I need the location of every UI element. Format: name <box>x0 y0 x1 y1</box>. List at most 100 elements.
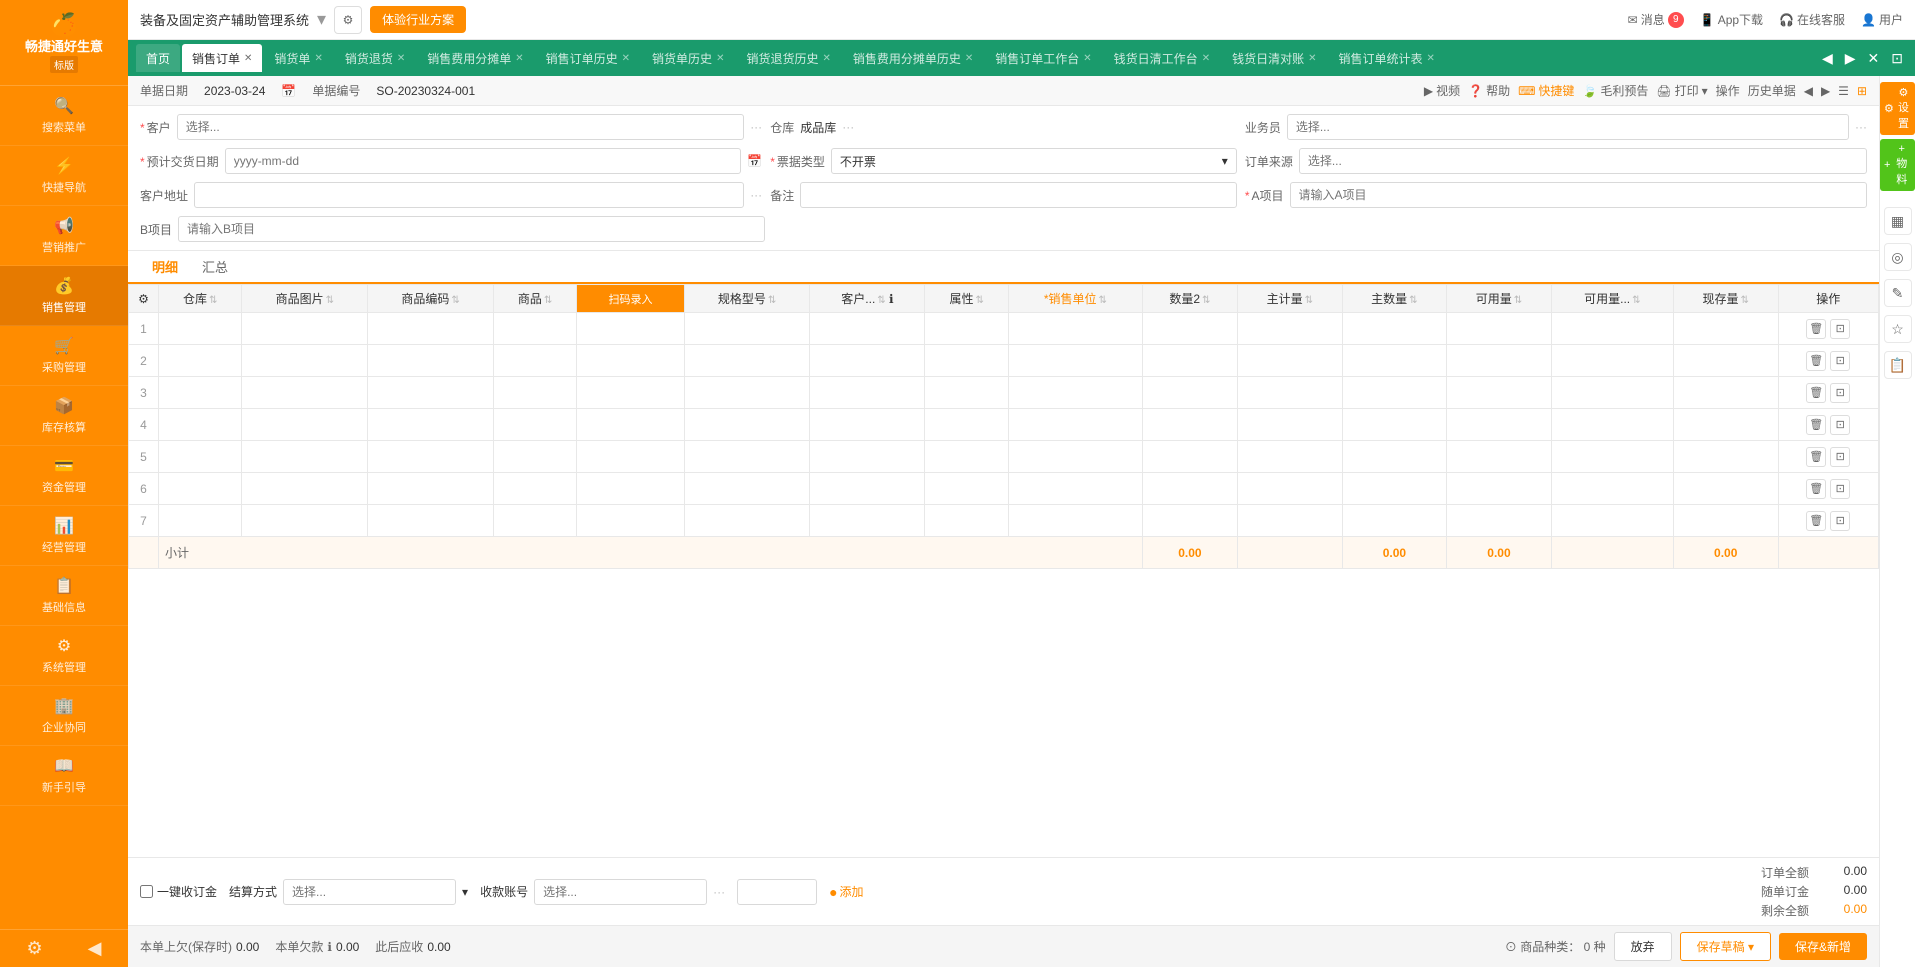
add-button[interactable]: ● 添加 <box>829 883 863 900</box>
delete-row-button[interactable]: 🗑 <box>1806 447 1826 467</box>
close-icon[interactable]: ✕ <box>1308 53 1316 64</box>
save-draft-button[interactable]: 保存草稿 ▾ <box>1680 932 1771 961</box>
col-sales-unit[interactable]: *销售单位⇅ <box>1008 285 1142 313</box>
sidebar-item-base[interactable]: 📋 基础信息 <box>0 566 128 626</box>
settings-panel-button[interactable]: ⚙ ⚙ 设置 <box>1880 82 1915 135</box>
order-source-input[interactable] <box>1299 148 1867 174</box>
tab-sales-return-history[interactable]: 销货单历史 ✕ <box>642 44 734 72</box>
col-product-image[interactable]: 商品图片⇅ <box>242 285 368 313</box>
col-available[interactable]: 可用量⇅ <box>1447 285 1552 313</box>
col-available2[interactable]: 可用量...⇅ <box>1551 285 1673 313</box>
list-view-icon[interactable]: ☰ <box>1838 84 1849 98</box>
copy-row-button[interactable]: ⊡ <box>1830 479 1850 499</box>
col-main-unit[interactable]: 主计量⇅ <box>1238 285 1343 313</box>
tab-sales-fee[interactable]: 销售费用分摊单 ✕ <box>417 44 533 72</box>
copy-row-button[interactable]: ⊡ <box>1830 511 1850 531</box>
delete-row-button[interactable]: 🗑 <box>1806 479 1826 499</box>
invoice-select[interactable]: 不开票 ▾ <box>831 148 1237 174</box>
col-scan[interactable]: 扫码录入 <box>577 285 684 313</box>
tab-cash-clear[interactable]: 钱货日清工作台 ✕ <box>1104 44 1220 72</box>
copy-row-button[interactable]: ⊡ <box>1830 415 1850 435</box>
right-panel-clipboard-icon[interactable]: 📋 <box>1884 351 1912 379</box>
user-button[interactable]: 👤 用户 <box>1861 11 1903 28</box>
history-button[interactable]: 历史单据 <box>1748 82 1796 99</box>
nav-next-icon[interactable]: ▶ <box>1821 84 1830 98</box>
add-material-button[interactable]: + + 物料 <box>1880 139 1915 191</box>
close-icon[interactable]: ✕ <box>1427 53 1435 64</box>
sidebar-item-marketing[interactable]: 📢 营销推广 <box>0 206 128 266</box>
delete-row-button[interactable]: 🗑 <box>1806 351 1826 371</box>
operation-button[interactable]: 操作 <box>1716 82 1740 99</box>
tab-sales-return[interactable]: 销货单 ✕ <box>264 44 332 72</box>
sidebar-item-finance[interactable]: 💳 资金管理 <box>0 446 128 506</box>
close-icon[interactable]: ✕ <box>1083 53 1091 64</box>
close-icon[interactable]: ✕ <box>244 53 252 64</box>
tab-summary[interactable]: 汇总 <box>190 251 240 282</box>
a-project-input[interactable] <box>1290 182 1868 208</box>
sidebar-settings-icon[interactable]: ⚙ <box>27 938 43 959</box>
nav-prev-icon[interactable]: ◀ <box>1804 84 1813 98</box>
tab-sales-stats[interactable]: 销售订单统计表 ✕ <box>1328 44 1444 72</box>
col-qty2[interactable]: 数量2⇅ <box>1142 285 1237 313</box>
notes-input[interactable] <box>800 182 1237 208</box>
sidebar-item-guide[interactable]: 📖 新手引导 <box>0 746 128 806</box>
one-click-checkbox[interactable] <box>140 885 153 898</box>
col-main-qty[interactable]: 主数量⇅ <box>1342 285 1447 313</box>
close-icon[interactable]: ✕ <box>622 53 630 64</box>
close-icon[interactable]: ✕ <box>314 53 322 64</box>
col-customer-code[interactable]: 客户...⇅ ℹ <box>810 285 925 313</box>
tab-sales-history[interactable]: 销售订单历史 ✕ <box>536 44 640 72</box>
col-spec[interactable]: 规格型号⇅ <box>684 285 810 313</box>
sidebar-item-system[interactable]: ⚙ 系统管理 <box>0 626 128 686</box>
trial-plan-button[interactable]: 体验行业方案 <box>370 6 466 33</box>
sidebar-item-search[interactable]: 🔍 搜索菜单 <box>0 86 128 146</box>
tab-detail[interactable]: 明细 <box>140 251 190 284</box>
expand-icon[interactable]: ⊞ <box>1857 84 1867 98</box>
print-button[interactable]: 🖨 打印 ▾ <box>1656 82 1707 99</box>
profit-button[interactable]: 🍃 毛利预告 <box>1582 82 1648 99</box>
customer-addr-input[interactable] <box>194 182 744 208</box>
right-panel-edit-icon[interactable]: ✎ <box>1884 279 1912 307</box>
col-current-stock[interactable]: 现存量⇅ <box>1673 285 1778 313</box>
tab-sales-return-history2[interactable]: 销货退货历史 ✕ <box>736 44 840 72</box>
copy-row-button[interactable]: ⊡ <box>1830 447 1850 467</box>
sidebar-item-inventory[interactable]: 📦 库存核算 <box>0 386 128 446</box>
tab-next-button[interactable]: ▶ <box>1841 48 1860 69</box>
system-dropdown-icon[interactable]: ▾ <box>317 9 326 30</box>
close-icon[interactable]: ✕ <box>716 53 724 64</box>
staff-more-icon[interactable]: ··· <box>1855 120 1867 134</box>
close-icon[interactable]: ✕ <box>822 53 830 64</box>
delivery-date-input[interactable] <box>225 148 742 174</box>
addr-more-icon[interactable]: ··· <box>750 188 762 202</box>
tab-close-button[interactable]: ✕ <box>1864 48 1884 69</box>
settings-gear-button[interactable]: ⚙ <box>334 6 362 34</box>
message-button[interactable]: ✉ 消息 9 <box>1628 11 1684 28</box>
b-project-input[interactable] <box>178 216 765 242</box>
sidebar-item-enterprise[interactable]: 🏢 企业协同 <box>0 686 128 746</box>
date-picker-icon[interactable]: 📅 <box>747 154 762 168</box>
save-new-button[interactable]: 保存&新增 <box>1779 933 1867 960</box>
tab-sales-workbench[interactable]: 销售订单工作台 ✕ <box>985 44 1101 72</box>
customer-more-icon[interactable]: ··· <box>750 120 762 134</box>
table-scroll[interactable]: ⚙ 仓库⇅ 商品图片⇅ 商品编码⇅ 商品⇅ 扫码录入 规格型号⇅ 客 <box>128 284 1879 569</box>
help-button[interactable]: ❓ 帮助 <box>1468 82 1510 99</box>
tab-cash-check[interactable]: 钱货日清对账 ✕ <box>1222 44 1326 72</box>
close-icon[interactable]: ✕ <box>397 53 405 64</box>
shortcut-button[interactable]: ⌨ 快捷键 <box>1518 82 1574 99</box>
amount-input[interactable]: 0.00 <box>737 879 817 905</box>
account-input[interactable] <box>534 879 707 905</box>
tab-expand-button[interactable]: ⊡ <box>1887 48 1907 69</box>
payment-method-input[interactable] <box>283 879 456 905</box>
right-panel-grid-icon[interactable]: ▦ <box>1884 207 1912 235</box>
copy-row-button[interactable]: ⊡ <box>1830 383 1850 403</box>
sidebar-collapse-icon[interactable]: ◀ <box>88 938 102 959</box>
sidebar-item-operation[interactable]: 📊 经营管理 <box>0 506 128 566</box>
copy-row-button[interactable]: ⊡ <box>1830 319 1850 339</box>
right-panel-circle-icon[interactable]: ◎ <box>1884 243 1912 271</box>
discard-button[interactable]: 放弃 <box>1614 932 1672 961</box>
tab-sales-order[interactable]: 销售订单 ✕ <box>182 44 262 72</box>
close-icon[interactable]: ✕ <box>1202 53 1210 64</box>
warehouse-more-icon[interactable]: ··· <box>842 120 854 134</box>
sidebar-item-purchase[interactable]: 🛒 采购管理 <box>0 326 128 386</box>
app-download-button[interactable]: 📱 App下载 <box>1700 11 1763 28</box>
